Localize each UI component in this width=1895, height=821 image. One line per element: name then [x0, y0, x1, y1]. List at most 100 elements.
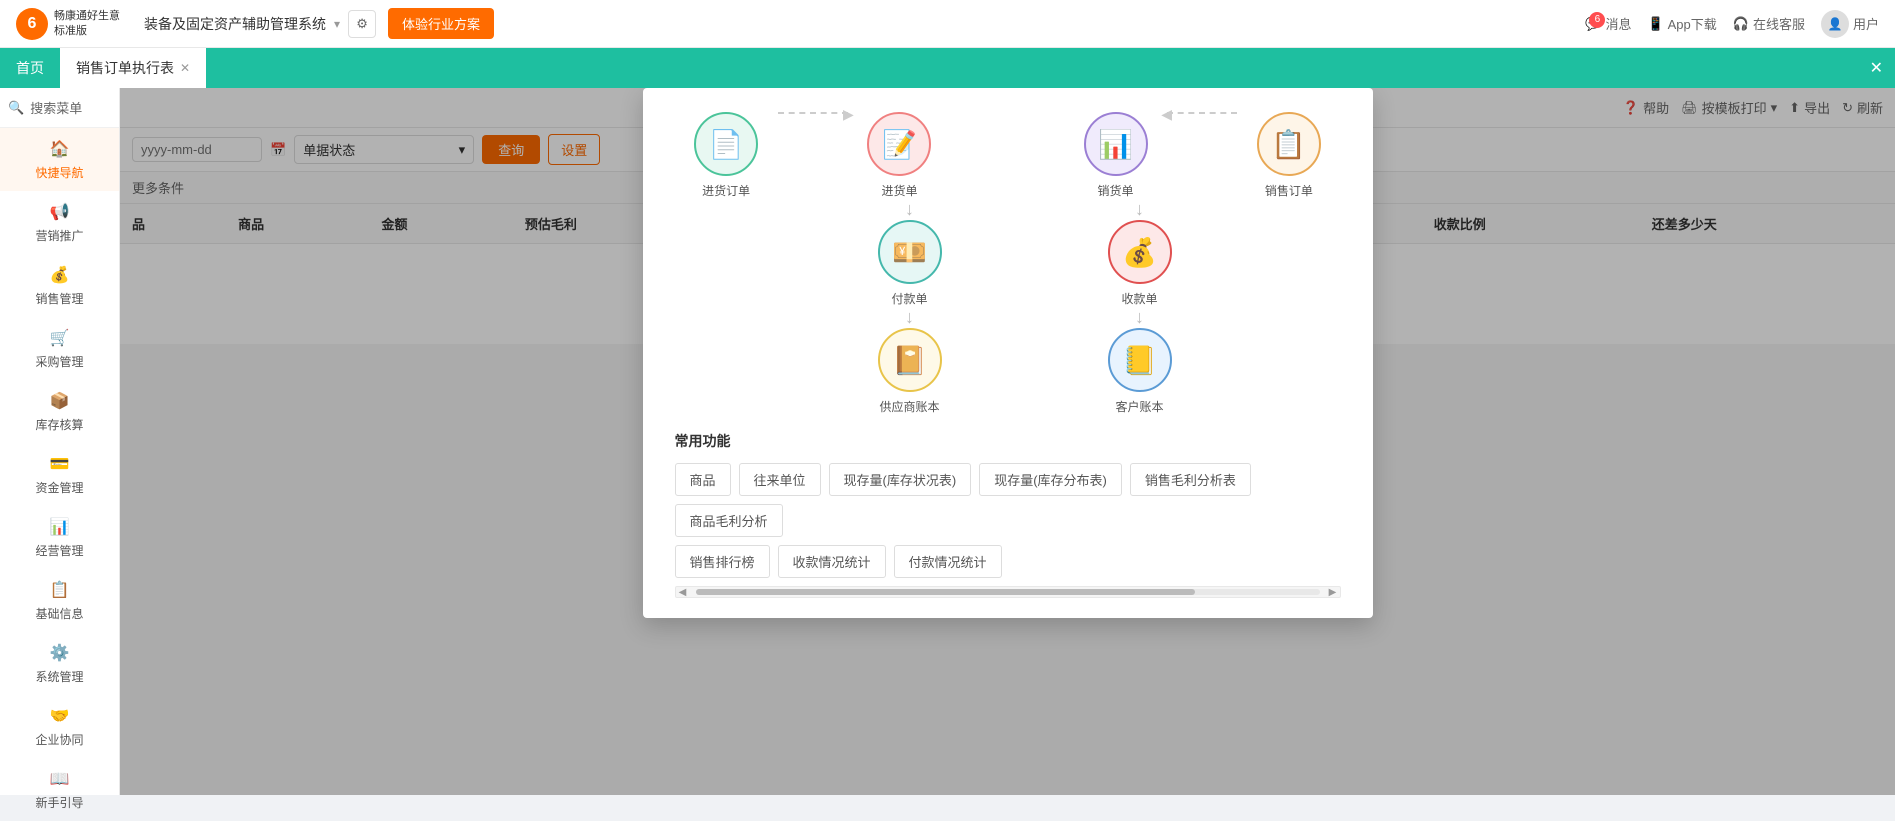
purchase-order-circle: 📄	[694, 112, 758, 176]
sidebar-item-marketing[interactable]: 📢 营销推广	[0, 191, 119, 254]
func-btn-stock-dist[interactable]: 现存量(库存分布表)	[979, 463, 1122, 496]
scroll-right-arrow[interactable]: ▶	[1326, 585, 1340, 599]
sidebar-item-sales[interactable]: 💰 销售管理	[0, 254, 119, 317]
func-btn-payment-stats[interactable]: 付款情况统计	[894, 545, 1002, 578]
flow-node-payment[interactable]: 💴 付款单	[855, 220, 965, 307]
sidebar-item-cooperation[interactable]: 🤝 企业协同	[0, 695, 119, 758]
payment-circle: 💴	[878, 220, 942, 284]
func-buttons-row-2: 销售排行榜 收款情况统计 付款情况统计	[675, 545, 1341, 578]
close-tab-icon[interactable]: ✕	[180, 61, 190, 75]
sidebar-item-system[interactable]: ⚙️ 系统管理	[0, 632, 119, 695]
flow-node-sales-order[interactable]: 📋 销售订单	[1237, 112, 1340, 199]
logo-area: 6 畅康通好生意 标准版	[16, 8, 136, 40]
customer-account-label: 客户账本	[1115, 398, 1163, 415]
phone-icon: 📱	[1647, 16, 1663, 32]
app-download-button[interactable]: 📱 App下载	[1647, 14, 1716, 33]
flow-node-customer-account[interactable]: 📒 客户账本	[1085, 328, 1195, 415]
sidebar: 🔍 搜索菜单 🏠 快捷导航 📢 营销推广 💰 销售管理 🛒 采购管理 📦 库存核…	[0, 88, 120, 795]
sales-bill-label: 销货单	[1098, 182, 1134, 199]
func-btn-stock-status[interactable]: 现存量(库存状况表)	[829, 463, 972, 496]
sales-bill-icon: 📊	[1098, 128, 1133, 161]
system-icon: ⚙️	[49, 642, 71, 664]
basic-info-icon: 📋	[49, 579, 71, 601]
finance-icon: 💳	[49, 453, 71, 475]
sales-order-circle: 📋	[1257, 112, 1321, 176]
guide-icon: 📖	[49, 768, 71, 790]
receipt-icon: 💰	[1122, 236, 1157, 269]
purchase-bill-icon: 📝	[882, 128, 917, 161]
message-badge: 6	[1589, 12, 1605, 28]
flow-node-purchase-order[interactable]: 📄 进货订单	[675, 112, 778, 199]
search-icon: 🔍	[8, 100, 24, 116]
popup-scrollbar[interactable]: ◀ ▶	[675, 586, 1341, 598]
sidebar-item-operation[interactable]: 📊 经营管理	[0, 506, 119, 569]
arrow-right-1: ▶	[778, 112, 848, 136]
func-btn-sales-rank[interactable]: 销售排行榜	[675, 545, 770, 578]
sidebar-item-quick-nav[interactable]: 🏠 快捷导航	[0, 128, 119, 191]
arrows-down-row: ↓ ↓	[675, 199, 1341, 220]
arrow-down-sales-bill: ↓	[1085, 199, 1195, 220]
supplier-account-icon: 📔	[892, 344, 927, 377]
scroll-left-arrow[interactable]: ◀	[676, 585, 690, 599]
common-functions: 常用功能 商品 往来单位 现存量(库存状况表) 现存量(库存分布表) 销售毛利分…	[675, 431, 1341, 578]
content-area: ❓ 帮助 🖨 按模板打印 ▾ ⬆ 导出 ↻ 刷新 📅 单据状态 ▾	[120, 88, 1895, 795]
sidebar-item-guide[interactable]: 📖 新手引导	[0, 758, 119, 821]
receipt-label: 收款单	[1121, 290, 1157, 307]
experience-button[interactable]: 体验行业方案	[388, 8, 494, 39]
sales-order-label: 销售订单	[1265, 182, 1313, 199]
dropdown-arrow-icon[interactable]: ▾	[334, 17, 340, 31]
marketing-icon: 📢	[49, 201, 71, 223]
customer-service-button[interactable]: 🎧 在线客服	[1733, 14, 1805, 33]
popup-box: 📄 进货订单 ▶ 📝 进货	[643, 88, 1373, 618]
sidebar-item-purchase[interactable]: 🛒 采购管理	[0, 317, 119, 380]
receipt-circle: 💰	[1108, 220, 1172, 284]
purchase-order-icon: 📄	[709, 128, 744, 161]
search-menu[interactable]: 🔍 搜索菜单	[0, 88, 119, 128]
system-title: 装备及固定资产辅助管理系统 ▾	[144, 14, 340, 34]
arrow-left-1: ◀	[1167, 112, 1237, 136]
logo-icon: 6	[16, 8, 48, 40]
func-btn-sales-gross[interactable]: 销售毛利分析表	[1130, 463, 1251, 496]
scrollbar-track[interactable]	[696, 589, 1320, 595]
operation-icon: 📊	[49, 516, 71, 538]
payment-icon: 💴	[892, 236, 927, 269]
common-functions-title: 常用功能	[675, 431, 1341, 451]
gear-button[interactable]: ⚙	[348, 10, 376, 38]
inventory-icon: 📦	[49, 390, 71, 412]
arrow-down-receipt: ↓	[1085, 307, 1195, 328]
close-all-tabs-button[interactable]: ✕	[1870, 58, 1883, 78]
tab-home[interactable]: 首页	[0, 48, 60, 88]
logo-text: 畅康通好生意 标准版	[54, 9, 120, 38]
func-btn-contacts[interactable]: 往来单位	[739, 463, 821, 496]
purchase-icon: 🛒	[49, 327, 71, 349]
headset-icon: 🎧	[1733, 16, 1749, 32]
payment-label: 付款单	[891, 290, 927, 307]
purchase-bill-label: 进货单	[881, 182, 917, 199]
cooperation-icon: 🤝	[49, 705, 71, 727]
tab-sales-order[interactable]: 销售订单执行表 ✕	[60, 48, 206, 88]
func-btn-product-gross[interactable]: 商品毛利分析	[675, 504, 783, 537]
home-icon: 🏠	[49, 138, 71, 160]
sales-order-icon: 📋	[1271, 128, 1306, 161]
user-menu[interactable]: 👤 用户	[1821, 10, 1879, 38]
sidebar-item-inventory[interactable]: 📦 库存核算	[0, 380, 119, 443]
sidebar-item-basic-info[interactable]: 📋 基础信息	[0, 569, 119, 632]
flow-row-2: 💴 付款单 💰 收款单	[675, 220, 1341, 307]
arrow-down-payment: ↓	[855, 307, 965, 328]
arrow-down-purchase-bill: ↓	[855, 199, 965, 220]
flow-node-receipt[interactable]: 💰 收款单	[1085, 220, 1195, 307]
sales-icon: 💰	[49, 264, 71, 286]
sidebar-item-finance[interactable]: 💳 资金管理	[0, 443, 119, 506]
func-btn-receipt-stats[interactable]: 收款情况统计	[778, 545, 886, 578]
scrollbar-thumb[interactable]	[696, 589, 1195, 595]
flow-node-sales-bill[interactable]: 📊 销货单	[1064, 112, 1167, 199]
sales-bill-circle: 📊	[1084, 112, 1148, 176]
message-button[interactable]: 💬 6 消息	[1585, 14, 1631, 33]
flow-node-supplier-account[interactable]: 📔 供应商账本	[855, 328, 965, 415]
purchase-order-label: 进货订单	[702, 182, 750, 199]
purchase-bill-circle: 📝	[867, 112, 931, 176]
func-btn-product[interactable]: 商品	[675, 463, 731, 496]
customer-account-circle: 📒	[1108, 328, 1172, 392]
tab-bar: 首页 销售订单执行表 ✕ ✕	[0, 48, 1895, 88]
flow-node-purchase-bill[interactable]: 📝 进货单	[848, 112, 951, 199]
